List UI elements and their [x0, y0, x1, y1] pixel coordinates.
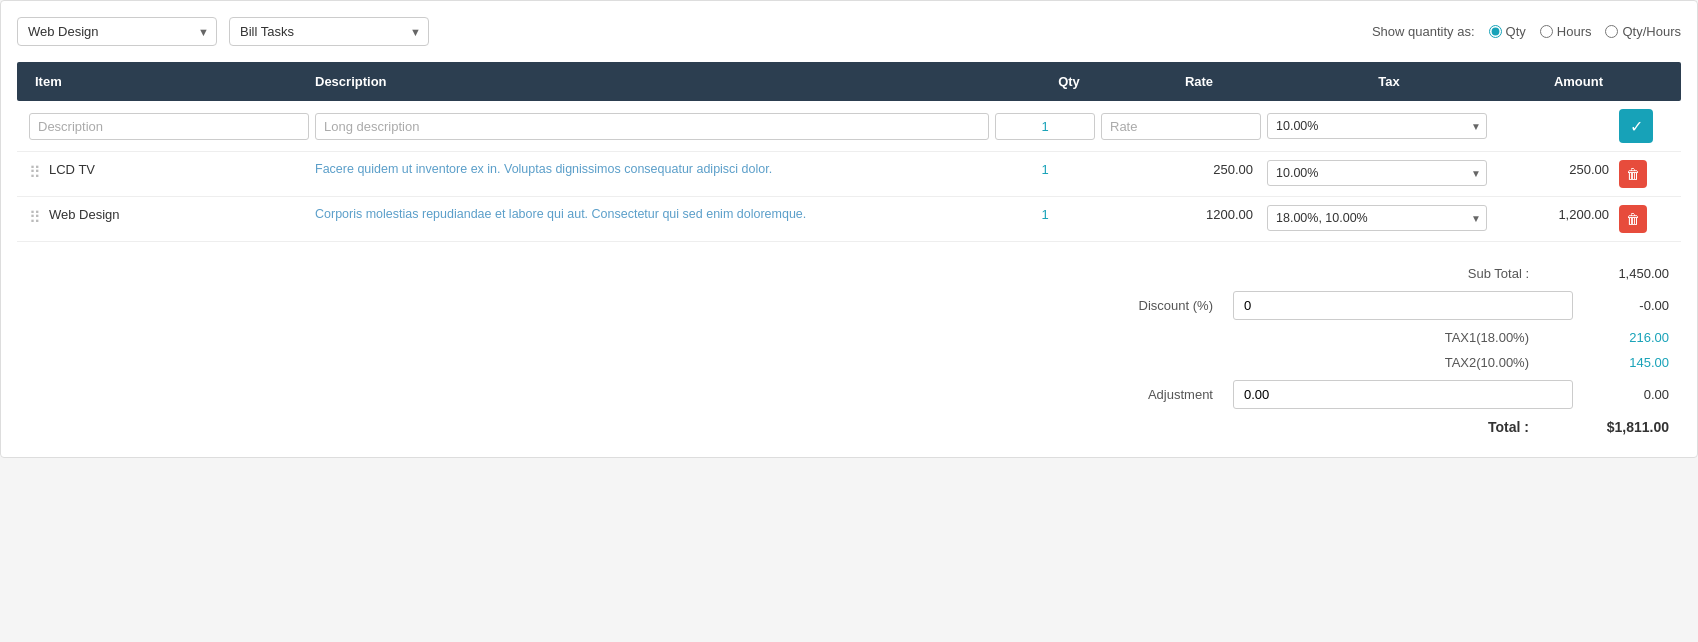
drag-handle-icon[interactable]: ⠿	[29, 162, 41, 184]
qty-hours-radio[interactable]	[1605, 25, 1618, 38]
header-actions	[1619, 72, 1669, 91]
tax1-value: 216.00	[1549, 330, 1669, 345]
project-select-wrapper: Web Design ▼	[17, 17, 217, 46]
grand-total-row: Total : $1,811.00	[29, 419, 1669, 435]
row1-delete-button[interactable]: 🗑	[1619, 160, 1647, 188]
header-rate: Rate	[1119, 72, 1279, 91]
totals-section: Sub Total : 1,450.00 Discount (%) -0.00 …	[17, 266, 1681, 435]
page-wrapper: Web Design ▼ Bill Tasks ▼ Show quantity …	[0, 0, 1698, 458]
check-icon: ✓	[1630, 117, 1643, 136]
table-row: ⠿ Web Design Corporis molestias repudian…	[17, 197, 1681, 242]
row2-tax-select[interactable]: 18.00%, 10.00%	[1267, 205, 1487, 231]
new-item-long-description[interactable]	[315, 113, 989, 140]
row1-amount: 250.00	[1493, 160, 1613, 177]
adjustment-row: Adjustment 0.00	[29, 380, 1669, 409]
top-bar: Web Design ▼ Bill Tasks ▼ Show quantity …	[17, 17, 1681, 46]
tax1-label: TAX1(18.00%)	[1329, 330, 1529, 345]
row2-item-name: ⠿ Web Design	[29, 205, 309, 229]
top-bar-left: Web Design ▼ Bill Tasks ▼	[17, 17, 429, 46]
task-select[interactable]: Bill Tasks	[229, 17, 429, 46]
row2-amount: 1,200.00	[1493, 205, 1613, 222]
new-item-save-button[interactable]: ✓	[1619, 109, 1653, 143]
show-quantity-group: Show quantity as: Qty Hours Qty/Hours	[1372, 24, 1681, 39]
hours-radio[interactable]	[1540, 25, 1553, 38]
qty-radio[interactable]	[1489, 25, 1502, 38]
row2-tax-wrapper: 18.00%, 10.00% ▼	[1267, 205, 1487, 231]
project-select[interactable]: Web Design	[17, 17, 217, 46]
new-item-tax-select[interactable]: 10.00%	[1267, 113, 1487, 139]
sub-total-value: 1,450.00	[1549, 266, 1669, 281]
delete-icon: 🗑	[1626, 211, 1640, 227]
table-row: ⠿ LCD TV Facere quidem ut inventore ex i…	[17, 152, 1681, 197]
discount-input-wrapper	[1233, 291, 1573, 320]
adjustment-input[interactable]	[1233, 380, 1573, 409]
row2-description: Corporis molestias repudiandae et labore…	[315, 205, 989, 224]
adjustment-label: Adjustment	[1013, 387, 1213, 402]
adjustment-input-wrapper	[1233, 380, 1573, 409]
delete-icon: 🗑	[1626, 166, 1640, 182]
new-item-qty[interactable]	[995, 113, 1095, 140]
row1-tax-select[interactable]: 10.00%	[1267, 160, 1487, 186]
new-item-row: 10.00% ▼ ✓	[17, 101, 1681, 152]
header-amount: Amount	[1499, 72, 1619, 91]
row1-qty: 1	[995, 160, 1095, 177]
new-item-tax-wrapper: 10.00% ▼	[1267, 113, 1487, 139]
tax2-value: 145.00	[1549, 355, 1669, 370]
drag-handle-icon[interactable]: ⠿	[29, 207, 41, 229]
adjustment-amount: 0.00	[1589, 387, 1669, 402]
row2-delete-button[interactable]: 🗑	[1619, 205, 1647, 233]
header-tax: Tax	[1279, 72, 1499, 91]
row1-item-name: ⠿ LCD TV	[29, 160, 309, 184]
show-quantity-label: Show quantity as:	[1372, 24, 1475, 39]
sub-total-label: Sub Total :	[1329, 266, 1529, 281]
row2-qty: 1	[995, 205, 1095, 222]
row1-description: Facere quidem ut inventore ex in. Volupt…	[315, 160, 989, 179]
row2-rate: 1200.00	[1101, 205, 1261, 222]
discount-row: Discount (%) -0.00	[29, 291, 1669, 320]
tax2-row: TAX2(10.00%) 145.00	[29, 355, 1669, 370]
grand-total-value: $1,811.00	[1549, 419, 1669, 435]
new-item-rate[interactable]	[1101, 113, 1261, 140]
qty-option[interactable]: Qty	[1489, 24, 1526, 39]
discount-label: Discount (%)	[1013, 298, 1213, 313]
discount-input[interactable]	[1233, 291, 1573, 320]
header-description: Description	[309, 72, 1019, 91]
hours-option[interactable]: Hours	[1540, 24, 1592, 39]
new-item-description[interactable]	[29, 113, 309, 140]
sub-total-row: Sub Total : 1,450.00	[29, 266, 1669, 281]
tax1-row: TAX1(18.00%) 216.00	[29, 330, 1669, 345]
header-qty: Qty	[1019, 72, 1119, 91]
table-header: Item Description Qty Rate Tax Amount	[17, 62, 1681, 101]
header-item: Item	[29, 72, 309, 91]
row1-rate: 250.00	[1101, 160, 1261, 177]
qty-hours-option[interactable]: Qty/Hours	[1605, 24, 1681, 39]
grand-total-label: Total :	[1329, 419, 1529, 435]
task-select-wrapper: Bill Tasks ▼	[229, 17, 429, 46]
row1-tax-wrapper: 10.00% ▼	[1267, 160, 1487, 186]
tax2-label: TAX2(10.00%)	[1329, 355, 1529, 370]
discount-amount: -0.00	[1589, 298, 1669, 313]
